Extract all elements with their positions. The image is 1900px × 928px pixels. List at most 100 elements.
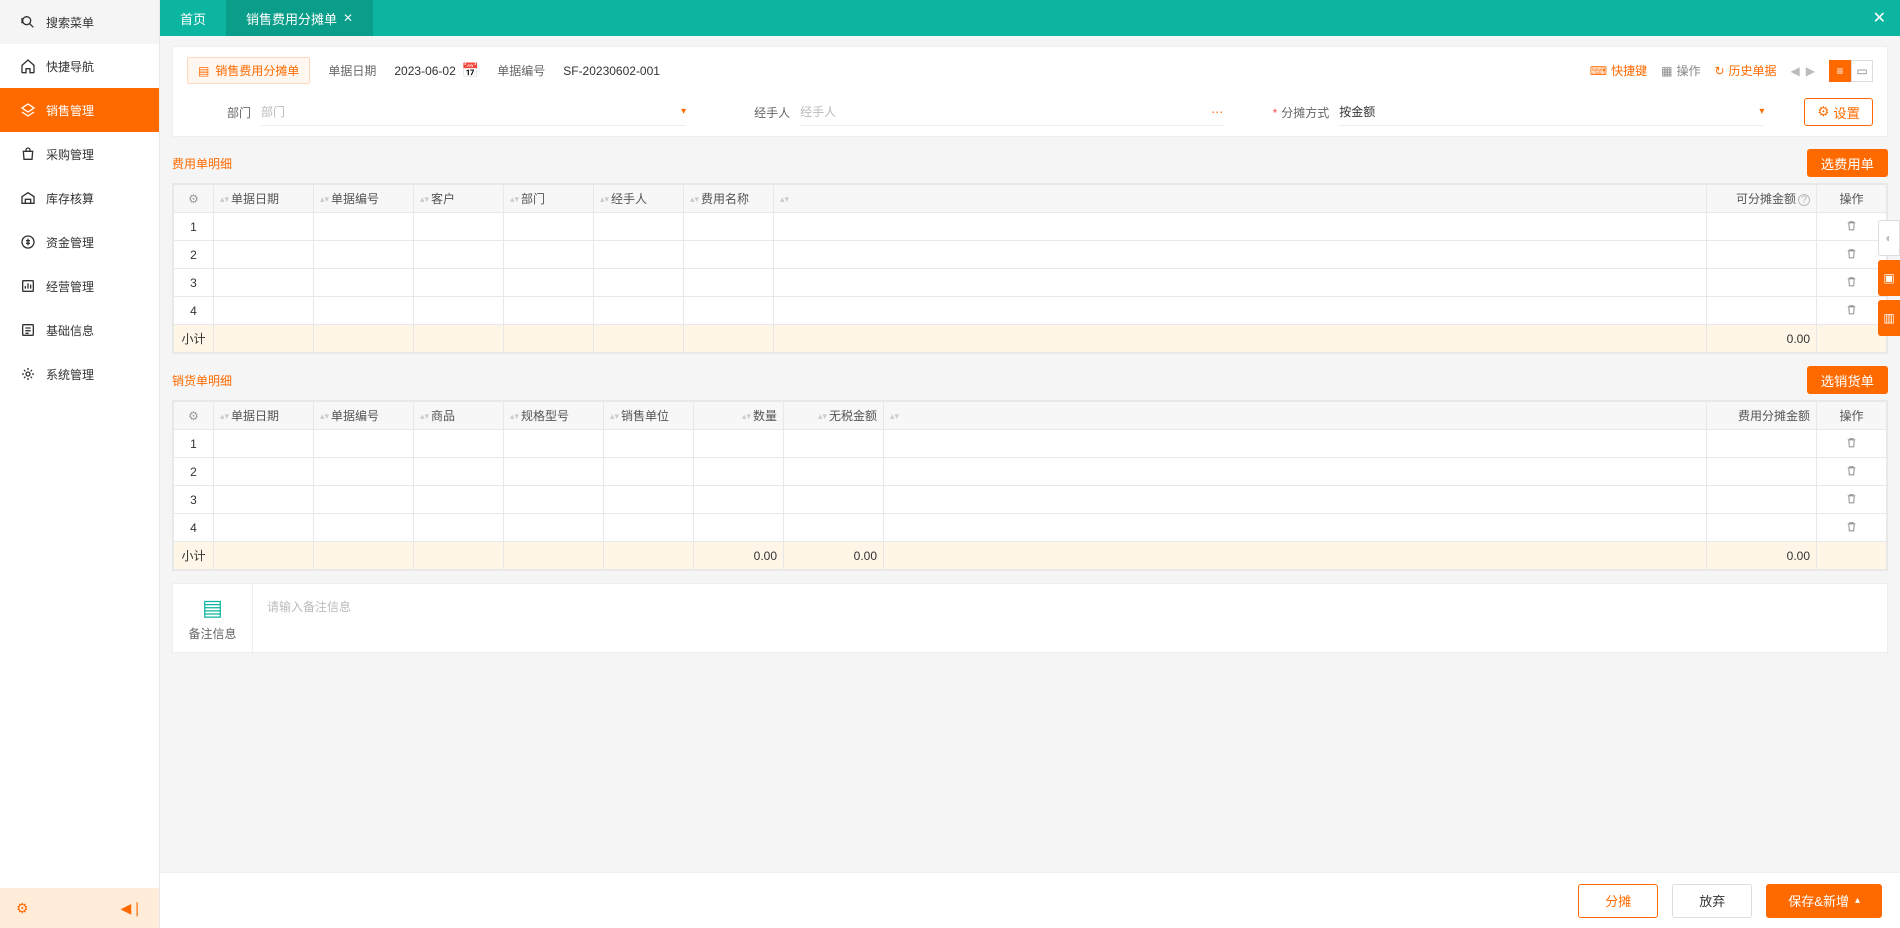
view-card-icon[interactable]: ▭ <box>1851 60 1873 82</box>
table-row[interactable]: 3 <box>174 269 1887 297</box>
sidebar-item-purchase[interactable]: 采购管理 <box>0 132 159 176</box>
chevron-down-icon: ▾ <box>1759 106 1764 117</box>
close-all-tabs[interactable]: ✕ <box>1859 0 1900 36</box>
row-index: 4 <box>174 514 214 542</box>
remarks-input[interactable]: 请输入备注信息 <box>253 584 1887 652</box>
remarks-tab[interactable]: ▤ 备注信息 <box>173 584 253 652</box>
sidebar-item-inventory[interactable]: 库存核算 <box>0 176 159 220</box>
trash-icon[interactable] <box>1845 305 1858 319</box>
table-row[interactable]: 4 <box>174 514 1887 542</box>
gear-icon: ⚙ <box>1817 104 1829 120</box>
history-link[interactable]: ↻历史单据 <box>1714 62 1776 79</box>
col-alloc[interactable]: 可分摊金额? <box>1707 185 1817 213</box>
table-row[interactable]: 4 <box>174 297 1887 325</box>
subtotal-row: 小计 0.00 0.00 0.00 <box>174 542 1887 570</box>
handler-placeholder: 经手人 <box>800 103 836 120</box>
sidebar-item-funds[interactable]: 资金管理 <box>0 220 159 264</box>
help-icon[interactable]: ? <box>1798 194 1810 206</box>
sidebar-item-label: 经营管理 <box>46 278 94 295</box>
float-tab-3[interactable]: ▥ <box>1878 300 1900 336</box>
col-unit[interactable]: ▴▾销售单位 <box>604 402 694 430</box>
gear-column[interactable]: ⚙ <box>174 402 214 430</box>
allocate-button[interactable]: 分摊 <box>1578 884 1658 918</box>
sort-icon: ▴▾ <box>220 414 229 419</box>
col-amount[interactable]: ▴▾无税金额 <box>784 402 884 430</box>
col-blank: ▴▾ <box>884 402 1707 430</box>
gear-column[interactable]: ⚙ <box>174 185 214 213</box>
handler-label: 经手人 <box>726 104 790 121</box>
sidebar-search[interactable]: 搜索菜单 <box>0 0 159 44</box>
col-date[interactable]: ▴▾单据日期 <box>214 185 314 213</box>
tabs-bar: 首页 销售费用分摊单 ✕ ✕ <box>160 0 1900 36</box>
sales-table: ⚙ ▴▾单据日期 ▴▾单据编号 ▴▾商品 ▴▾规格型号 ▴▾销售单位 ▴▾数量 … <box>172 400 1888 571</box>
col-docno[interactable]: ▴▾单据编号 <box>314 185 414 213</box>
method-input[interactable]: 按金额 ▾ <box>1339 98 1764 126</box>
tab-current[interactable]: 销售费用分摊单 ✕ <box>226 0 373 36</box>
trash-icon[interactable] <box>1845 466 1858 480</box>
close-tab-icon[interactable]: ✕ <box>343 11 353 25</box>
col-docno[interactable]: ▴▾单据编号 <box>314 402 414 430</box>
nav-prev-icon[interactable]: ◀ <box>1791 64 1800 78</box>
sidebar-item-label: 库存核算 <box>46 190 94 207</box>
handler-input[interactable]: 经手人 ⋯ <box>800 98 1225 126</box>
footer: 分摊 放弃 保存&新增 ▴ <box>160 872 1900 928</box>
settings-icon[interactable]: ⚙ <box>16 900 29 917</box>
table-row[interactable]: 1 <box>174 430 1887 458</box>
sort-icon: ▴▾ <box>818 414 827 419</box>
sidebar-item-quicknav[interactable]: 快捷导航 <box>0 44 159 88</box>
select-sales-button[interactable]: 选销货单 <box>1807 366 1888 394</box>
table-row[interactable]: 3 <box>174 486 1887 514</box>
col-dept[interactable]: ▴▾部门 <box>504 185 594 213</box>
docno-value: SF-20230602-001 <box>563 64 660 78</box>
docno-label: 单据编号 <box>497 62 545 79</box>
col-product[interactable]: ▴▾商品 <box>414 402 504 430</box>
trash-icon[interactable] <box>1845 221 1858 235</box>
sidebar-search-label: 搜索菜单 <box>46 14 94 31</box>
col-name[interactable]: ▴▾费用名称 <box>684 185 774 213</box>
sort-icon: ▴▾ <box>780 197 789 202</box>
trash-icon[interactable] <box>1845 522 1858 536</box>
trash-icon[interactable] <box>1845 494 1858 508</box>
trash-icon[interactable] <box>1845 249 1858 263</box>
save-new-button[interactable]: 保存&新增 ▴ <box>1766 884 1882 918</box>
table-row[interactable]: 2 <box>174 241 1887 269</box>
col-qty[interactable]: ▴▾数量 <box>694 402 784 430</box>
col-date[interactable]: ▴▾单据日期 <box>214 402 314 430</box>
info-icon <box>20 322 36 338</box>
subtotal-label: 小计 <box>174 325 214 353</box>
float-tab-2[interactable]: ▣ <box>1878 260 1900 296</box>
col-handler[interactable]: ▴▾经手人 <box>594 185 684 213</box>
collapse-sidebar-icon[interactable]: ◀❘ <box>121 900 144 917</box>
tab-home[interactable]: 首页 <box>160 0 226 36</box>
dept-input[interactable]: 部门 ▾ <box>261 98 686 126</box>
col-customer[interactable]: ▴▾客户 <box>414 185 504 213</box>
discard-button[interactable]: 放弃 <box>1672 884 1752 918</box>
sidebar-item-business[interactable]: 经营管理 <box>0 264 159 308</box>
trash-icon[interactable] <box>1845 277 1858 291</box>
sidebar-item-system[interactable]: 系统管理 <box>0 352 159 396</box>
date-label: 单据日期 <box>328 62 376 79</box>
dept-label: 部门 <box>187 104 251 121</box>
operation-link[interactable]: ▦操作 <box>1661 62 1700 79</box>
more-icon[interactable]: ⋯ <box>1211 105 1225 119</box>
date-field[interactable]: 2023-06-02 📅 <box>394 62 479 79</box>
float-tab-1[interactable]: ◐ <box>1878 220 1900 256</box>
handler-field: 经手人 经手人 ⋯ <box>726 98 1225 126</box>
sort-icon: ▴▾ <box>510 197 519 202</box>
table-row[interactable]: 2 <box>174 458 1887 486</box>
shortcut-link[interactable]: ⌨快捷键 <box>1590 62 1647 79</box>
sidebar-item-label: 系统管理 <box>46 366 94 383</box>
sidebar-item-basic[interactable]: 基础信息 <box>0 308 159 352</box>
nav-next-icon[interactable]: ▶ <box>1806 64 1815 78</box>
settings-button[interactable]: ⚙ 设置 <box>1804 98 1873 126</box>
subtotal-label: 小计 <box>174 542 214 570</box>
calendar-icon[interactable]: 📅 <box>462 62 479 79</box>
select-expense-button[interactable]: 选费用单 <box>1807 149 1888 177</box>
trash-icon[interactable] <box>1845 438 1858 452</box>
col-alloc[interactable]: 费用分摊金额 <box>1707 402 1817 430</box>
view-list-icon[interactable]: ≡ <box>1829 60 1851 82</box>
sidebar-item-sales[interactable]: 销售管理 <box>0 88 159 132</box>
table-row[interactable]: 1 <box>174 213 1887 241</box>
col-spec[interactable]: ▴▾规格型号 <box>504 402 604 430</box>
report-icon <box>20 278 36 294</box>
